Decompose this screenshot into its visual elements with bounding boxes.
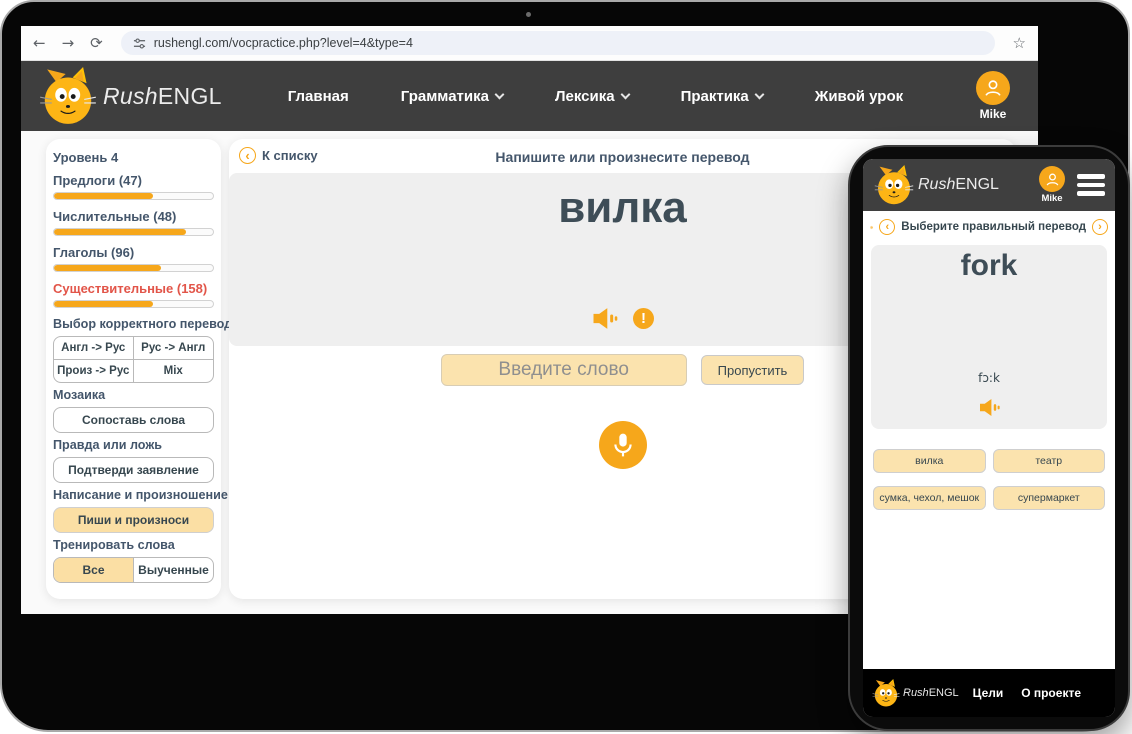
- category-label[interactable]: Предлоги (47): [53, 173, 214, 188]
- browser-back-icon[interactable]: ←: [33, 35, 46, 51]
- hamburger-menu-icon[interactable]: [1077, 170, 1105, 200]
- phone-screen: RushENGL Mike ‹ Выберите правильный пере…: [863, 159, 1115, 717]
- footer-link-goals[interactable]: Цели: [973, 686, 1004, 700]
- nav-item-leksika[interactable]: Лексика: [555, 88, 631, 105]
- person-icon: [982, 77, 1004, 99]
- bookmark-star-icon[interactable]: ☆: [1013, 34, 1026, 52]
- brand-name: RushENGL: [903, 687, 959, 699]
- category-label[interactable]: Числительные (48): [53, 209, 214, 224]
- settings-gear-icon[interactable]: [870, 217, 873, 238]
- progress-bar: [53, 192, 214, 200]
- category-block: Предлоги (47): [53, 173, 214, 200]
- category-block: Существительные (158): [53, 281, 214, 308]
- microphone-button[interactable]: [598, 421, 647, 469]
- url-bar[interactable]: rushengl.com/vocpractice.php?level=4&typ…: [120, 31, 995, 55]
- microphone-icon: [610, 432, 636, 458]
- phone-task-instruction: Выберите правильный перевод: [901, 221, 1086, 233]
- footer-link-about[interactable]: О проекте: [1021, 686, 1081, 700]
- mode-eng-rus[interactable]: Англ -> Рус: [54, 337, 134, 360]
- match-words-button[interactable]: Сопоставь слова: [53, 407, 214, 433]
- nav-item-praktika[interactable]: Практика: [681, 88, 765, 105]
- category-block: Числительные (48): [53, 209, 214, 236]
- browser-toolbar: ← → ⟳ rushengl.com/vocpractice.php?level…: [21, 26, 1038, 61]
- brand-name: RushENGL: [918, 176, 999, 193]
- answer-option[interactable]: театр: [992, 449, 1105, 473]
- prev-word-button[interactable]: ‹: [879, 219, 896, 235]
- level-label: Уровень 4: [53, 150, 119, 165]
- page: ← → ⟳ rushengl.com/vocpractice.php?level…: [0, 0, 1132, 734]
- train-words-toggle: Все Выученные: [53, 557, 214, 583]
- category-label-active[interactable]: Существительные (158): [53, 281, 214, 296]
- progress-bar: [53, 264, 214, 272]
- user-name: Mike: [1041, 193, 1063, 204]
- site-info-icon[interactable]: [133, 37, 146, 50]
- train-all-button[interactable]: Все: [54, 558, 134, 582]
- transcription: fɔ:k: [978, 371, 1000, 385]
- browser-reload-icon[interactable]: ⟳: [90, 35, 103, 51]
- confirm-statement-button[interactable]: Подтверди заявление: [53, 457, 214, 483]
- main-nav: Главная Грамматика Лексика Практика Живо…: [288, 88, 903, 105]
- next-word-button[interactable]: ›: [1092, 219, 1108, 235]
- person-icon: [1044, 171, 1061, 188]
- answer-option[interactable]: сумка, чехол, мешок: [873, 486, 986, 510]
- mode-pron-rus[interactable]: Произ -> Рус: [54, 360, 134, 382]
- chevron-down-icon: [754, 89, 765, 99]
- exclamation-icon[interactable]: !: [633, 308, 654, 329]
- cat-mascot-icon: [873, 165, 915, 205]
- phone-header: RushENGL Mike: [863, 159, 1115, 211]
- section-title-true-false: Правда или ложь: [53, 438, 163, 452]
- progress-bar: [53, 228, 214, 236]
- phone-footer: RushENGL Цели О проекте: [863, 669, 1115, 717]
- mode-rus-eng[interactable]: Рус -> Англ: [133, 337, 213, 360]
- cat-mascot-icon: [37, 67, 99, 125]
- phone-word-panel: fork fɔ:k: [871, 245, 1107, 429]
- skip-button[interactable]: Пропустить: [700, 355, 805, 385]
- chevron-down-icon: [620, 89, 631, 99]
- user-menu[interactable]: Mike: [964, 71, 1022, 121]
- cat-mascot-icon: [871, 679, 901, 707]
- answer-options: вилка театр сумка, чехол, мешок супермар…: [873, 449, 1105, 510]
- nav-item-grammatika[interactable]: Грамматика: [401, 88, 505, 105]
- answer-option[interactable]: супермаркет: [992, 486, 1105, 510]
- avatar[interactable]: [1039, 166, 1065, 192]
- brand-name: RushENGL: [103, 82, 222, 109]
- site-header: RushENGL Главная Грамматика Лексика Прак…: [21, 61, 1038, 131]
- speaker-icon[interactable]: [978, 398, 1001, 417]
- phone-task-toolbar: ‹ Выберите правильный перевод ›: [863, 211, 1115, 243]
- phone-device-frame: RushENGL Mike ‹ Выберите правильный пере…: [848, 145, 1130, 731]
- category-label[interactable]: Глаголы (96): [53, 245, 214, 260]
- user-name: Mike: [979, 107, 1007, 121]
- nav-item-glavnaya[interactable]: Главная: [288, 88, 349, 105]
- translation-mode-grid: Англ -> Рус Рус -> Англ Произ -> Рус Mix: [53, 336, 214, 383]
- url-text: rushengl.com/vocpractice.php?level=4&typ…: [153, 36, 413, 50]
- mode-mix[interactable]: Mix: [134, 360, 214, 382]
- chevron-down-icon: [494, 89, 505, 99]
- browser-forward-icon[interactable]: →: [62, 35, 75, 51]
- nav-item-zhivoy-urok[interactable]: Живой урок: [815, 88, 903, 105]
- section-title-writing: Написание и произношение: [53, 488, 228, 502]
- progress-bar: [53, 300, 214, 308]
- word-input[interactable]: [440, 354, 687, 386]
- speaker-icon[interactable]: [591, 307, 619, 330]
- answer-option[interactable]: вилка: [873, 449, 986, 473]
- train-learned-button[interactable]: Выученные: [134, 558, 213, 582]
- phone-prompt-word: fork: [960, 249, 1018, 282]
- write-and-pronounce-button[interactable]: Пиши и произноси: [53, 507, 214, 533]
- phone-user-menu[interactable]: Mike: [1039, 166, 1065, 204]
- section-title-train: Тренировать слова: [53, 538, 175, 552]
- practice-sidebar: Уровень 4 Предлоги (47) Числительные (48…: [46, 139, 240, 599]
- section-title-translation-choice: Выбор корректного перевода: [53, 317, 240, 331]
- tablet-camera-dot: [526, 12, 531, 17]
- site-logo[interactable]: RushENGL: [37, 67, 222, 125]
- avatar[interactable]: [976, 71, 1010, 105]
- category-block: Глаголы (96): [53, 245, 214, 272]
- section-title-mosaic: Мозаика: [53, 388, 106, 402]
